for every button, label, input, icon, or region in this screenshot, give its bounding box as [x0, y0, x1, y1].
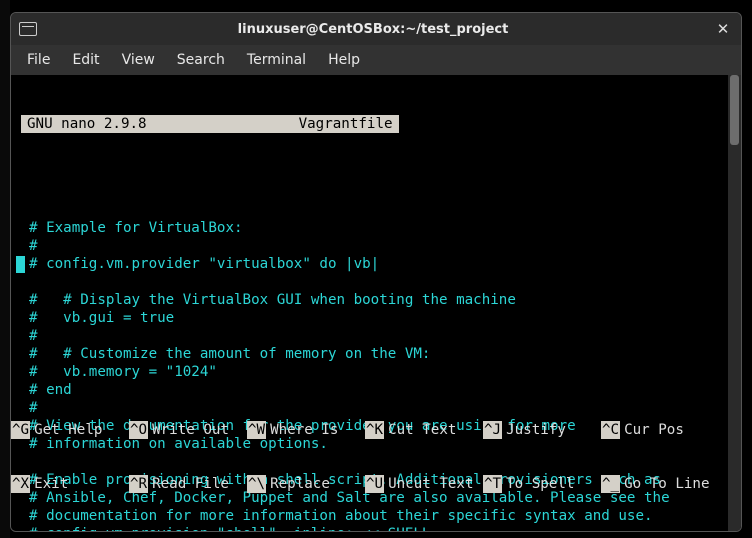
editor-line: # vb.gui = true	[29, 310, 174, 326]
shortcut-label: Uncut Text	[384, 475, 475, 493]
shortcut: ^TTo Spell	[483, 475, 601, 493]
shortcut-key: ^\	[247, 475, 266, 493]
close-button[interactable]: ✕	[709, 15, 737, 43]
scrollbar-thumb[interactable]	[730, 75, 739, 145]
shortcut-label: Get Help	[30, 421, 104, 439]
editor-line: # # Customize the amount of memory on th…	[29, 346, 430, 362]
shortcut: ^JJustify	[483, 421, 601, 439]
terminal-area[interactable]: GNU nano 2.9.8 Vagrantfile # Example for…	[11, 75, 741, 531]
shortcut: ^XExit	[11, 475, 129, 493]
editor-line: #	[29, 328, 38, 344]
shortcut-row-2: ^XExit^RRead File^\Replace^UUncut Text^T…	[11, 475, 741, 493]
shortcut-key: ^O	[129, 421, 148, 439]
menu-help[interactable]: Help	[318, 48, 370, 72]
shortcut: ^GGet Help	[11, 421, 129, 439]
shortcut-key: ^_	[601, 475, 620, 493]
scrollbar[interactable]	[728, 75, 741, 531]
shortcut-key: ^J	[483, 421, 502, 439]
shortcut-label: Write Out	[148, 421, 231, 439]
terminal-window: linuxuser@CentOSBox:~/test_project ✕ Fil…	[10, 12, 742, 532]
shortcut-label: Where Is	[266, 421, 340, 439]
shortcut: ^UUncut Text	[365, 475, 483, 493]
shortcut-key: ^K	[365, 421, 384, 439]
editor-line: # Example for VirtualBox:	[29, 220, 243, 236]
shortcut-label: Justify	[502, 421, 568, 439]
shortcut-label: Cur Pos	[620, 421, 686, 439]
editor-line: #	[29, 238, 38, 254]
close-icon: ✕	[717, 20, 730, 38]
window-title: linuxuser@CentOSBox:~/test_project	[37, 22, 709, 37]
shortcut-key: ^G	[11, 421, 30, 439]
nano-header: GNU nano 2.9.8 Vagrantfile	[11, 115, 741, 133]
editor-line: # # Display the VirtualBox GUI when boot…	[29, 292, 516, 308]
shortcut: ^_Go To Line	[601, 475, 719, 493]
shortcut-label: Cut Text	[384, 421, 458, 439]
menu-edit[interactable]: Edit	[62, 48, 109, 72]
shortcut: ^\Replace	[247, 475, 365, 493]
background-strip	[0, 0, 10, 538]
menu-terminal[interactable]: Terminal	[237, 48, 316, 72]
terminal-app-icon	[19, 22, 37, 36]
shortcut-key: ^W	[247, 421, 266, 439]
shortcut-label: To Spell	[502, 475, 576, 493]
shortcut: ^KCut Text	[365, 421, 483, 439]
shortcut-label: Exit	[30, 475, 70, 493]
shortcut-label: Replace	[266, 475, 332, 493]
shortcut-row-1: ^GGet Help^OWrite Out^WWhere Is^KCut Tex…	[11, 421, 741, 439]
shortcut-key: ^R	[129, 475, 148, 493]
shortcut-key: ^T	[483, 475, 502, 493]
nano-filename: Vagrantfile	[293, 115, 399, 133]
menubar: File Edit View Search Terminal Help	[11, 45, 741, 75]
shortcut-label: Go To Line	[620, 475, 711, 493]
shortcut: ^OWrite Out	[129, 421, 247, 439]
menu-search[interactable]: Search	[167, 48, 235, 72]
nano-shortcuts: ^GGet Help^OWrite Out^WWhere Is^KCut Tex…	[11, 385, 741, 529]
shortcut-label: Read File	[148, 475, 231, 493]
shortcut: ^WWhere Is	[247, 421, 365, 439]
menu-view[interactable]: View	[112, 48, 165, 72]
nano-app-name: GNU nano 2.9.8	[21, 115, 153, 133]
shortcut-key: ^X	[11, 475, 30, 493]
shortcut: ^CCur Pos	[601, 421, 719, 439]
editor-line: # config.vm.provider "virtualbox" do |vb…	[29, 255, 379, 273]
cursor-icon	[16, 256, 25, 273]
shortcut: ^RRead File	[129, 475, 247, 493]
shortcut-key: ^U	[365, 475, 384, 493]
shortcut-key: ^C	[601, 421, 620, 439]
titlebar: linuxuser@CentOSBox:~/test_project ✕	[11, 13, 741, 45]
editor-line: # vb.memory = "1024"	[29, 364, 217, 380]
menu-file[interactable]: File	[17, 48, 60, 72]
